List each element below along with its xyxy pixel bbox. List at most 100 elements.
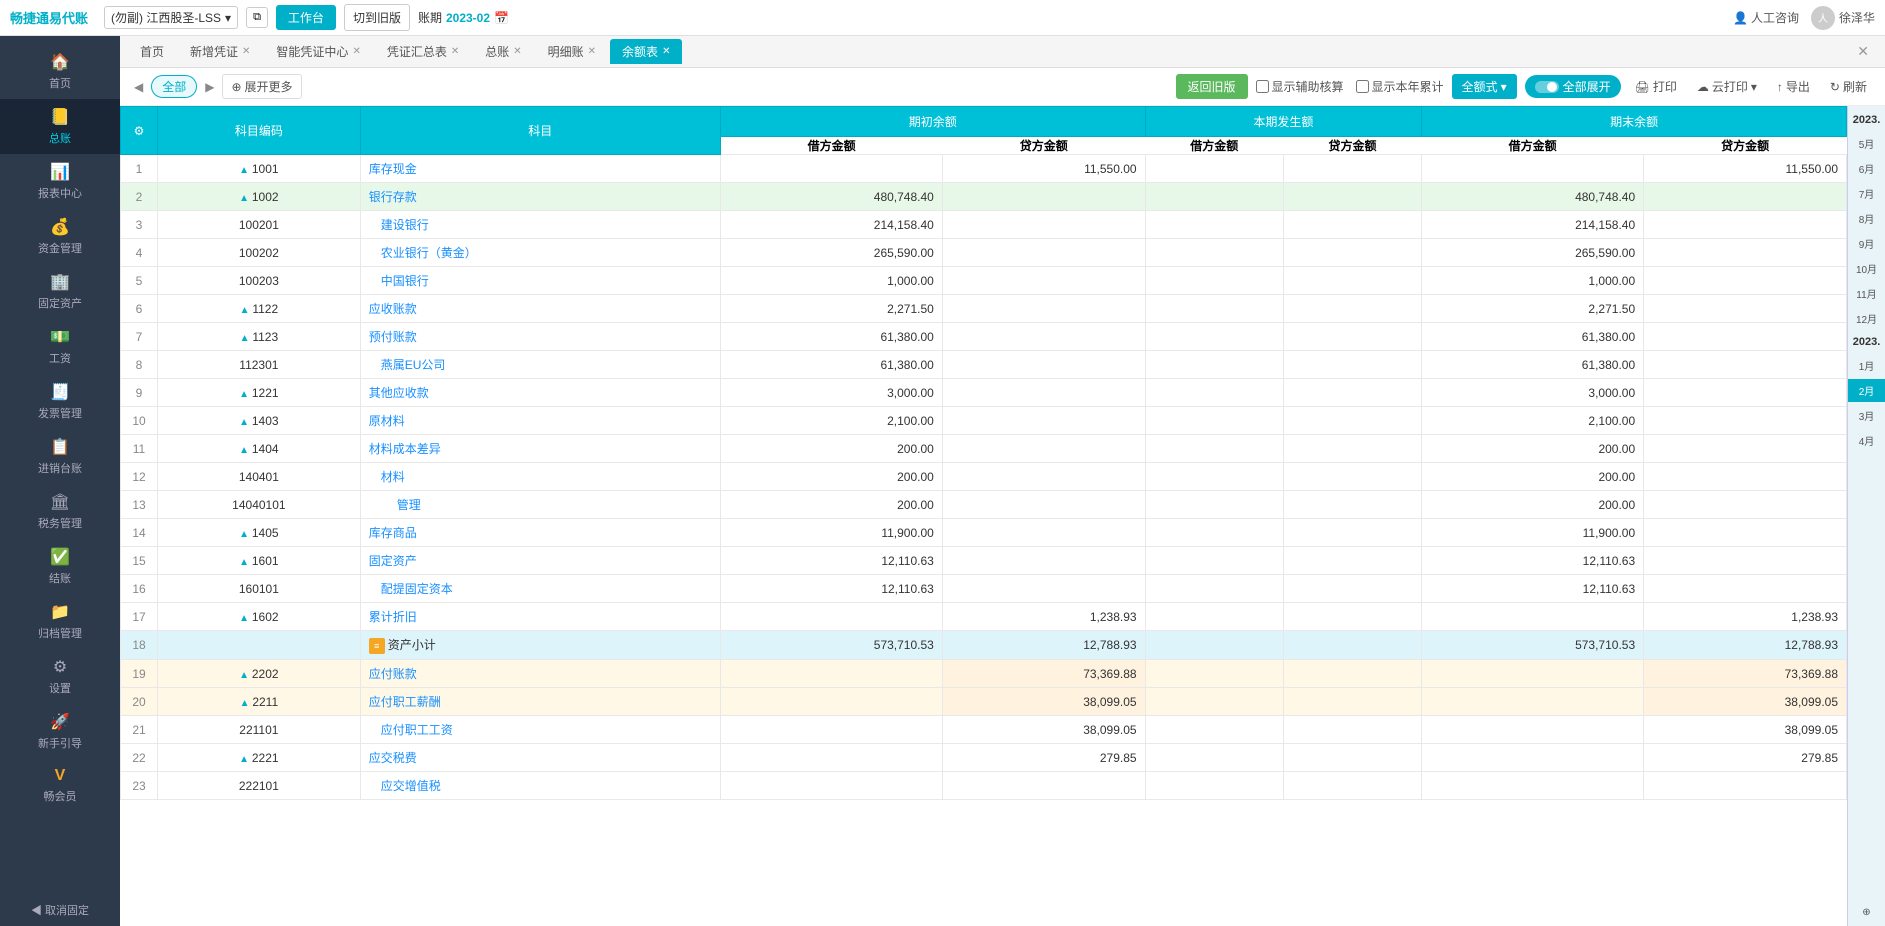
tab-balance-close[interactable]: ✕ — [662, 46, 670, 57]
sidebar-item-ledger[interactable]: 📒 总账 — [0, 99, 120, 154]
consultant-btn[interactable]: 👤 人工咨询 — [1733, 9, 1799, 26]
tab-detail-ledger[interactable]: 明细账 ✕ — [536, 39, 608, 64]
row-name[interactable]: 预付账款 — [360, 323, 720, 351]
show-auxiliary-checkbox[interactable]: 显示辅助核算 — [1256, 78, 1344, 95]
row-name[interactable]: 应交税费 — [360, 744, 720, 772]
back-old-version-button[interactable]: 返回旧版 — [1176, 74, 1248, 99]
right-panel-nov[interactable]: 11月 — [1848, 282, 1885, 305]
row-name[interactable]: 原材料 — [360, 407, 720, 435]
tab-general-ledger-close[interactable]: ✕ — [513, 46, 521, 57]
user-avatar-btn[interactable]: 人 徐泽华 — [1811, 6, 1875, 30]
workbench-button[interactable]: 工作台 — [276, 5, 336, 30]
row-name[interactable]: 中国银行 — [360, 267, 720, 295]
tab-voucher-summary-close[interactable]: ✕ — [451, 46, 459, 57]
expand-icon[interactable]: ▲ — [239, 529, 252, 540]
auxiliary-checkbox-input[interactable] — [1256, 80, 1269, 93]
sidebar-item-payroll[interactable]: 💵 工资 — [0, 319, 120, 374]
right-panel-oct[interactable]: 10月 — [1848, 257, 1885, 280]
tab-smart-voucher-close[interactable]: ✕ — [352, 46, 360, 57]
row-name[interactable]: 材料 — [360, 463, 720, 491]
switch-old-btn[interactable]: 切到旧版 — [344, 4, 410, 31]
row-name[interactable]: 建设银行 — [360, 211, 720, 239]
tab-home[interactable]: 首页 — [128, 39, 176, 64]
print-button[interactable]: 🖨 打印 — [1629, 75, 1683, 98]
sidebar-item-member[interactable]: V 畅会员 — [0, 759, 120, 812]
right-panel-sep[interactable]: 9月 — [1848, 232, 1885, 255]
row-name[interactable]: 银行存款 — [360, 183, 720, 211]
row-name[interactable]: 农业银行（黄金） — [360, 239, 720, 267]
row-name[interactable]: 应付职工工资 — [360, 716, 720, 744]
row-name[interactable]: 配提固定资本 — [360, 575, 720, 603]
filter-all-button[interactable]: 全部 — [151, 75, 197, 98]
tab-general-ledger[interactable]: 总账 ✕ — [473, 39, 533, 64]
sidebar-item-guide[interactable]: 🚀 新手引导 — [0, 704, 120, 759]
tab-voucher-summary[interactable]: 凭证汇总表 ✕ — [375, 39, 471, 64]
sidebar-item-assets[interactable]: 🏢 固定资产 — [0, 264, 120, 319]
right-panel-apr[interactable]: 4月 — [1848, 429, 1885, 452]
sidebar-item-sales[interactable]: 📋 进销台账 — [0, 429, 120, 484]
right-panel-jan[interactable]: 1月 — [1848, 354, 1885, 377]
right-panel-jul[interactable]: 7月 — [1848, 182, 1885, 205]
filter-back-icon[interactable]: ◀ — [132, 78, 145, 96]
expand-icon[interactable]: ▲ — [240, 333, 253, 344]
sidebar-item-tax[interactable]: 🏛 税务管理 — [0, 484, 120, 539]
calendar-icon[interactable]: 📅 — [494, 11, 509, 25]
tab-new-voucher-close[interactable]: ✕ — [242, 46, 250, 57]
sidebar-item-reports[interactable]: 📊 报表中心 — [0, 154, 120, 209]
tab-smart-voucher[interactable]: 智能凭证中心 ✕ — [264, 39, 372, 64]
expand-icon[interactable]: ▲ — [239, 613, 252, 624]
th-settings[interactable]: ⚙ — [121, 107, 158, 155]
expand-icon[interactable]: ▲ — [239, 417, 252, 428]
tab-balance[interactable]: 余额表 ✕ — [610, 39, 682, 64]
expand-icon[interactable]: ▲ — [239, 557, 252, 568]
tab-new-voucher[interactable]: 新增凭证 ✕ — [178, 39, 262, 64]
row-name[interactable]: 库存现金 — [360, 155, 720, 183]
right-panel-mar[interactable]: 3月 — [1848, 404, 1885, 427]
refresh-button[interactable]: ↻ 刷新 — [1824, 75, 1873, 98]
sidebar-item-settings[interactable]: ⚙ 设置 — [0, 649, 120, 704]
company-selector[interactable]: (勿副) 江西股圣-LSS ▾ — [104, 6, 238, 29]
expand-all-toggle[interactable]: 全部展开 — [1525, 75, 1621, 98]
close-all-tabs[interactable]: ✕ — [1849, 43, 1877, 60]
row-name[interactable]: 管理 — [360, 491, 720, 519]
row-name[interactable]: 应收账款 — [360, 295, 720, 323]
expand-icon[interactable]: ▲ — [239, 165, 252, 176]
format-button[interactable]: 全额式 ▾ — [1452, 74, 1517, 99]
expand-icon[interactable]: ▲ — [239, 389, 252, 400]
expand-icon[interactable]: ▲ — [239, 754, 252, 765]
row-name[interactable]: 应交增值税 — [360, 772, 720, 800]
filter-forward-icon[interactable]: ▶ — [203, 78, 216, 96]
expand-icon[interactable]: ▲ — [240, 305, 253, 316]
unpin-btn[interactable]: ◀ 取消固定 — [0, 894, 120, 926]
right-panel-feb[interactable]: 2月 — [1848, 379, 1885, 402]
sidebar-item-archive[interactable]: 📁 归档管理 — [0, 594, 120, 649]
row-name[interactable]: 应付职工薪酬 — [360, 688, 720, 716]
expand-icon[interactable]: ▲ — [240, 698, 253, 709]
expand-icon[interactable]: ▲ — [239, 445, 252, 456]
right-panel-jun[interactable]: 6月 — [1848, 157, 1885, 180]
export-button[interactable]: ↑ 导出 — [1771, 75, 1816, 98]
copy-btn[interactable]: ⧉ — [246, 7, 268, 28]
row-name[interactable]: 燕属EU公司 — [360, 351, 720, 379]
expand-icon[interactable]: ▲ — [239, 670, 252, 681]
gear-icon[interactable]: ⚙ — [129, 121, 149, 141]
expand-more-button[interactable]: ⊕ 展开更多 — [222, 74, 301, 99]
sidebar-item-invoice[interactable]: 🧾 发票管理 — [0, 374, 120, 429]
right-panel-aug[interactable]: 8月 — [1848, 207, 1885, 230]
row-name[interactable]: 固定资产 — [360, 547, 720, 575]
right-panel-may[interactable]: 5月 — [1848, 132, 1885, 155]
sidebar-item-funds[interactable]: 💰 资金管理 — [0, 209, 120, 264]
row-name[interactable]: 材料成本差异 — [360, 435, 720, 463]
row-name[interactable]: 应付账款 — [360, 660, 720, 688]
sidebar-item-home[interactable]: 🏠 首页 — [0, 44, 120, 99]
row-name[interactable]: 其他应收款 — [360, 379, 720, 407]
sidebar-item-closing[interactable]: ✅ 结账 — [0, 539, 120, 594]
show-ytd-checkbox[interactable]: 显示本年累计 — [1356, 78, 1444, 95]
expand-icon[interactable]: ▲ — [239, 193, 252, 204]
tab-detail-ledger-close[interactable]: ✕ — [588, 46, 596, 57]
ytd-checkbox-input[interactable] — [1356, 80, 1369, 93]
cloud-print-button[interactable]: ☁ 云打印 ▾ — [1691, 75, 1763, 98]
row-name[interactable]: 累计折旧 — [360, 603, 720, 631]
right-panel-dec[interactable]: 12月 — [1848, 307, 1885, 330]
right-panel-expand-icon[interactable]: ⊕ — [1848, 903, 1885, 922]
